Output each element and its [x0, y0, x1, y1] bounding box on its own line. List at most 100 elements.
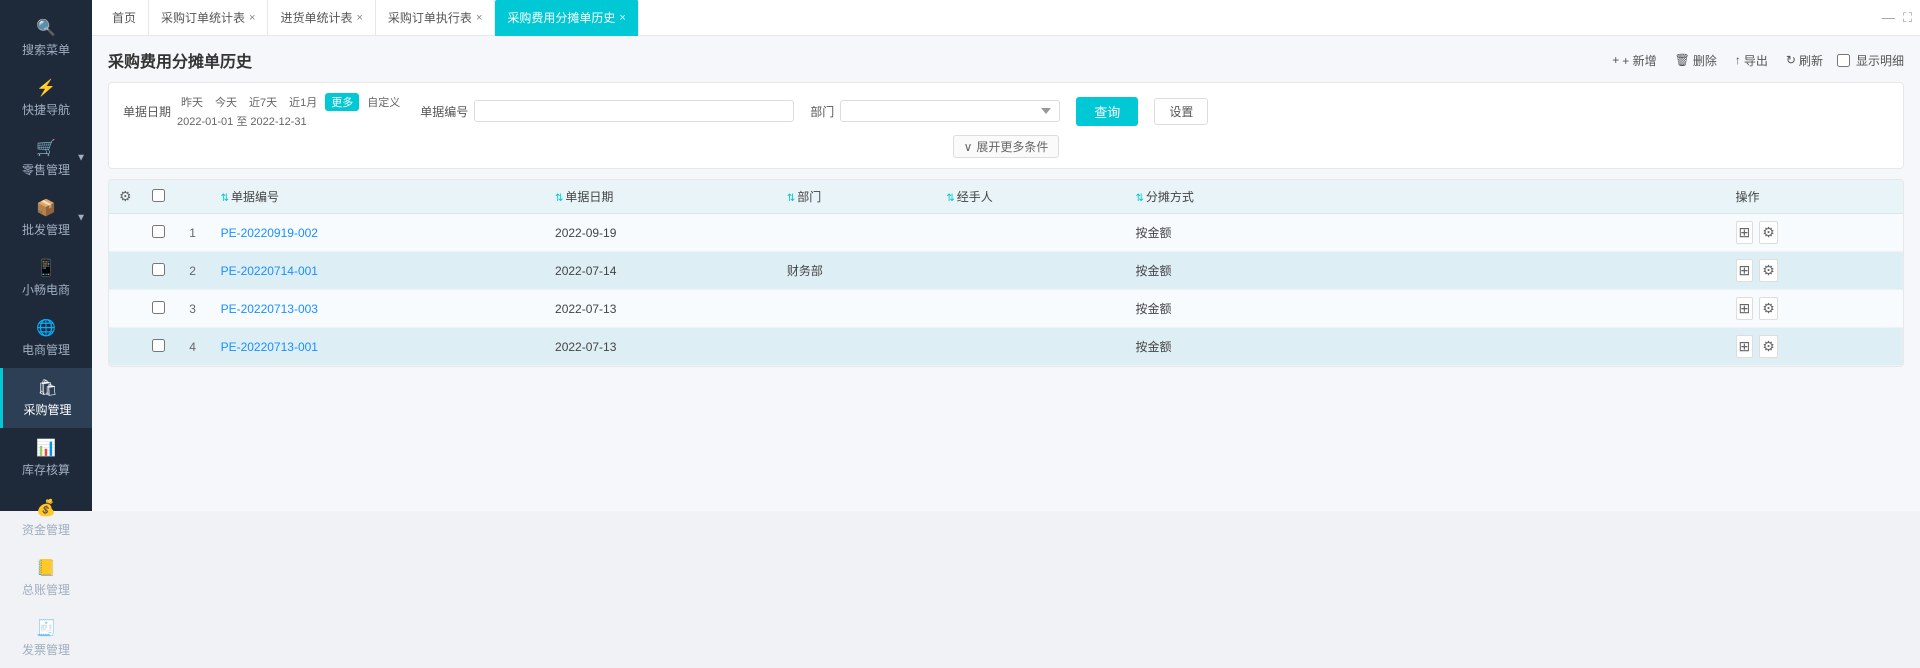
doc-no-link-2[interactable]: PE-20220713-003	[221, 302, 318, 316]
row-checkbox-1	[142, 252, 175, 290]
sidebar-item-ecommerce[interactable]: 🌐 电商管理	[0, 308, 92, 368]
row-settings-1	[109, 252, 142, 290]
row-doc-date-1: 2022-07-14	[545, 252, 777, 290]
action-view-icon-1[interactable]: ⊞	[1736, 259, 1754, 282]
row-dept-3	[777, 328, 937, 366]
sidebar-item-accounting[interactable]: 📒 总账管理	[0, 548, 92, 608]
row-select-3[interactable]	[152, 339, 165, 352]
tab-close-purchase-goods-stats[interactable]: ×	[356, 12, 362, 24]
page-content: 采购费用分摊单历史 + + 新增 🗑 删除 ↑ 导出 ↻ 刷新	[92, 36, 1920, 511]
action-view-icon-2[interactable]: ⊞	[1736, 297, 1754, 320]
row-actions-1: ⊞ ⚙	[1726, 252, 1903, 290]
tab-purchase-cost-split[interactable]: 采购费用分摊单历史 ×	[495, 0, 638, 36]
date-range-text: 2022-01-01 至 2022-12-31	[177, 113, 404, 129]
maximize-icon[interactable]: ⛶	[1903, 10, 1912, 26]
row-select-0[interactable]	[152, 225, 165, 238]
delete-button[interactable]: 🗑 删除	[1671, 50, 1721, 71]
sidebar-label-search: 搜索菜单	[22, 43, 70, 57]
col-settings-icon[interactable]: ⚙	[119, 188, 132, 204]
row-doc-date-2: 2022-07-13	[545, 290, 777, 328]
row-select-1[interactable]	[152, 263, 165, 276]
tab-purchase-order-stats[interactable]: 采购订单统计表 ×	[149, 0, 268, 36]
row-doc-date-3: 2022-07-13	[545, 328, 777, 366]
col-checkbox-header	[142, 180, 175, 214]
sidebar-item-purchase[interactable]: 🛍 采购管理	[0, 368, 92, 428]
row-dept-0	[777, 214, 937, 252]
sidebar-item-wholesale[interactable]: 📦 批发管理 ▼	[0, 188, 92, 248]
row-handler-2	[936, 290, 1125, 328]
minimize-icon[interactable]: —	[1882, 10, 1895, 25]
sidebar-label-retail: 零售管理	[22, 163, 70, 177]
sidebar-item-inventory[interactable]: 📊 库存核算	[0, 428, 92, 488]
row-settings-2	[109, 290, 142, 328]
date-btn-custom[interactable]: 自定义	[363, 93, 404, 111]
row-doc-no-2: PE-20220713-003	[211, 290, 545, 328]
date-btn-more[interactable]: 更多	[325, 93, 359, 111]
date-btn-1month[interactable]: 近1月	[285, 93, 321, 111]
refresh-button[interactable]: ↻ 刷新	[1782, 50, 1827, 71]
sidebar-item-finance[interactable]: 💰 资金管理	[0, 488, 92, 548]
action-view-icon-3[interactable]: ⊞	[1736, 335, 1754, 358]
table-row: 2 PE-20220714-001 2022-07-14 财务部 按金额 ⊞ ⚙	[109, 252, 1903, 290]
sidebar-item-retail[interactable]: 🛒 零售管理 ▼	[0, 128, 92, 188]
row-doc-no-0: PE-20220919-002	[211, 214, 545, 252]
sidebar-item-invoice[interactable]: 🧾 发票管理	[0, 608, 92, 668]
row-num-0: 1	[175, 214, 211, 252]
action-more-icon-2[interactable]: ⚙	[1759, 297, 1778, 320]
show-cols-checkbox[interactable]	[1837, 54, 1850, 67]
filter-row: 单据日期 昨天 今天 近7天 近1月 更多 自定义 2022-01-01 至 2…	[123, 93, 1889, 129]
row-handler-3	[936, 328, 1125, 366]
doc-no-filter: 单据编号	[420, 100, 794, 122]
row-actions-0: ⊞ ⚙	[1726, 214, 1903, 252]
col-dept-header: ⇅部门	[777, 180, 937, 214]
expand-icon: ∨	[964, 140, 973, 154]
sidebar-icon-purchase: 🛍	[7, 378, 88, 398]
sidebar-label-accounting: 总账管理	[22, 583, 70, 597]
doc-no-label: 单据编号	[420, 103, 468, 120]
action-more-icon-3[interactable]: ⚙	[1759, 335, 1778, 358]
date-btn-today[interactable]: 今天	[211, 93, 241, 111]
date-btn-7days[interactable]: 近7天	[245, 93, 281, 111]
sidebar-item-mobile[interactable]: 📱 小畅电商	[0, 248, 92, 308]
sidebar-item-search[interactable]: 🔍 搜索菜单	[0, 8, 92, 68]
select-all-checkbox[interactable]	[152, 189, 165, 202]
tab-home[interactable]: 首页	[100, 0, 149, 36]
row-handler-0	[936, 214, 1125, 252]
row-select-2[interactable]	[152, 301, 165, 314]
show-cols-checkbox-label[interactable]: 显示明细	[1837, 52, 1904, 69]
tab-label-purchase-goods-stats: 进货单统计表	[280, 9, 352, 26]
tab-close-purchase-cost-split[interactable]: ×	[619, 12, 625, 24]
expand-more-btn[interactable]: ∨ 展开更多条件	[953, 135, 1060, 158]
refresh-icon: ↻	[1786, 53, 1796, 67]
row-split-method-1: 按金额	[1126, 252, 1726, 290]
query-button[interactable]: 查询	[1076, 97, 1138, 126]
row-doc-no-3: PE-20220713-001	[211, 328, 545, 366]
doc-no-link-0[interactable]: PE-20220919-002	[221, 226, 318, 240]
tab-label-purchase-order-exec: 采购订单执行表	[388, 9, 472, 26]
sidebar-item-shortcut[interactable]: ⚡ 快捷导航	[0, 68, 92, 128]
dept-filter: 部门 财务部	[810, 100, 1060, 122]
sidebar-icon-inventory: 📊	[4, 438, 88, 458]
expand-row: ∨ 展开更多条件	[123, 135, 1889, 158]
table-row: 3 PE-20220713-003 2022-07-13 按金额 ⊞ ⚙	[109, 290, 1903, 328]
date-btn-yesterday[interactable]: 昨天	[177, 93, 207, 111]
row-doc-no-1: PE-20220714-001	[211, 252, 545, 290]
doc-no-link-1[interactable]: PE-20220714-001	[221, 264, 318, 278]
settings-button[interactable]: 设置	[1154, 98, 1208, 125]
doc-no-input[interactable]	[474, 100, 794, 122]
action-view-icon-0[interactable]: ⊞	[1736, 221, 1754, 244]
row-split-method-0: 按金额	[1126, 214, 1726, 252]
action-more-icon-0[interactable]: ⚙	[1759, 221, 1778, 244]
tab-purchase-goods-stats[interactable]: 进货单统计表 ×	[268, 0, 375, 36]
date-filter: 单据日期 昨天 今天 近7天 近1月 更多 自定义 2022-01-01 至 2…	[123, 93, 404, 129]
add-button[interactable]: + + 新增	[1608, 50, 1660, 71]
export-button[interactable]: ↑ 导出	[1731, 50, 1772, 71]
doc-no-link-3[interactable]: PE-20220713-001	[221, 340, 318, 354]
tab-close-purchase-order-stats[interactable]: ×	[249, 12, 255, 24]
dept-select[interactable]: 财务部	[840, 100, 1060, 122]
action-more-icon-1[interactable]: ⚙	[1759, 259, 1778, 282]
tab-purchase-order-exec[interactable]: 采购订单执行表 ×	[376, 0, 495, 36]
sidebar-label-wholesale: 批发管理	[22, 223, 70, 237]
data-table-container: ⚙ ⇅单据编号 ⇅单据日期 ⇅部门	[108, 179, 1904, 367]
tab-close-purchase-order-exec[interactable]: ×	[476, 12, 482, 24]
